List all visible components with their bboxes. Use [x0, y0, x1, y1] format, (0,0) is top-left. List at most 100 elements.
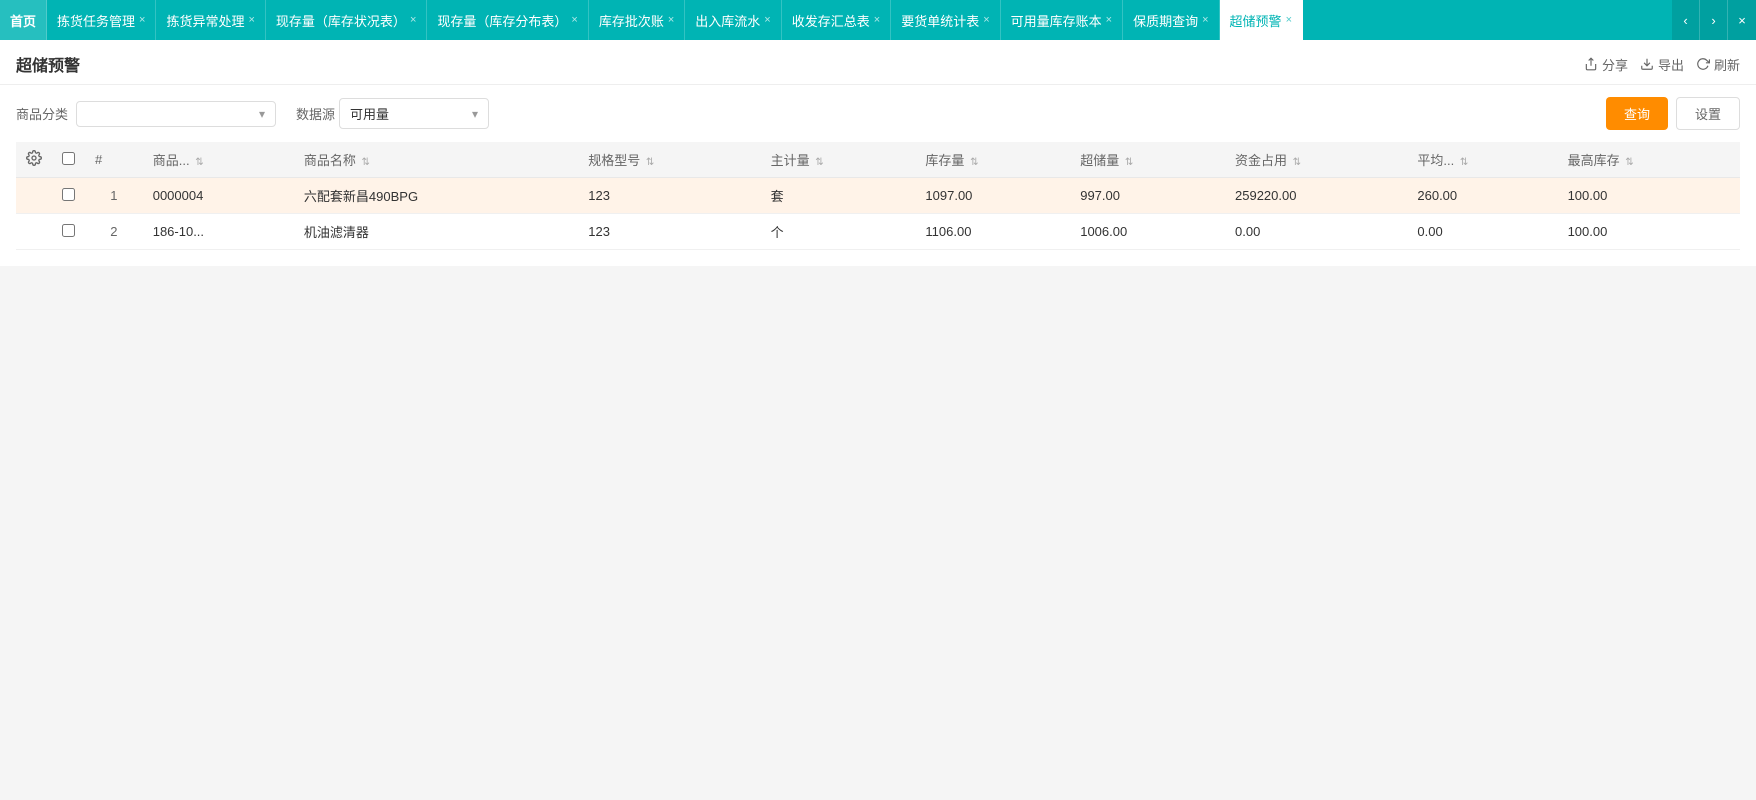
- row-code-1: 186-10...: [143, 214, 294, 250]
- nav-tab-batch[interactable]: 库存批次账 ×: [589, 0, 685, 40]
- export-button[interactable]: 导出: [1640, 55, 1684, 74]
- nav-tab-overstock-label: 超储预警: [1230, 11, 1282, 30]
- data-source-value: 可用量: [350, 104, 389, 123]
- table-body: 1 0000004 六配套新昌490BPG 123 套 1097.00 997.…: [16, 178, 1740, 250]
- nav-tab-available[interactable]: 可用量库存账本 ×: [1001, 0, 1123, 40]
- nav-tab-inventory-status-label: 现存量（库存状况表）: [276, 11, 406, 30]
- row-avg-1: 0.00: [1407, 214, 1557, 250]
- share-button[interactable]: 分享: [1584, 55, 1628, 74]
- row-num-1: 2: [85, 214, 143, 250]
- row-overstock-1: 1006.00: [1070, 214, 1225, 250]
- nav-tab-task-label: 拣货任务管理: [57, 11, 135, 30]
- row-capital-0: 259220.00: [1225, 178, 1407, 214]
- refresh-label: 刷新: [1714, 55, 1740, 74]
- col-code-header[interactable]: 商品... ⇅: [143, 142, 294, 178]
- row-num-0: 1: [85, 178, 143, 214]
- nav-close-all[interactable]: ×: [1728, 0, 1756, 40]
- col-name-label: 商品名称: [304, 153, 356, 168]
- nav-tab-available-close[interactable]: ×: [1106, 14, 1112, 26]
- col-name-header[interactable]: 商品名称 ⇅: [294, 142, 578, 178]
- row-unit-1: 个: [761, 214, 916, 250]
- nav-tab-abnormal[interactable]: 拣货异常处理 ×: [156, 0, 265, 40]
- col-gear[interactable]: [16, 142, 52, 178]
- nav-tab-inventory-dist-label: 现存量（库存分布表）: [437, 11, 567, 30]
- select-all-checkbox[interactable]: [62, 152, 75, 165]
- row-avg-0: 260.00: [1407, 178, 1557, 214]
- header-actions: 分享 导出 刷新: [1584, 55, 1740, 74]
- col-code-sort-icon: ⇅: [195, 157, 203, 168]
- nav-tab-task-close[interactable]: ×: [139, 14, 145, 26]
- table-row: 1 0000004 六配套新昌490BPG 123 套 1097.00 997.…: [16, 178, 1740, 214]
- col-unit-label: 主计量: [771, 153, 810, 168]
- nav-tab-abnormal-close[interactable]: ×: [248, 14, 254, 26]
- col-stock-sort-icon: ⇅: [970, 157, 978, 168]
- nav-tab-order-stat[interactable]: 要货单统计表 ×: [891, 0, 1000, 40]
- gear-icon: [26, 150, 42, 166]
- refresh-icon: [1696, 57, 1710, 71]
- col-spec-header[interactable]: 规格型号 ⇅: [578, 142, 760, 178]
- nav-tab-overstock[interactable]: 超储预警 ×: [1220, 0, 1303, 40]
- row-checkbox-1[interactable]: [52, 214, 85, 250]
- nav-arrow-left[interactable]: ‹: [1672, 0, 1700, 40]
- nav-tab-overstock-close[interactable]: ×: [1286, 14, 1292, 26]
- settings-button[interactable]: 设置: [1676, 97, 1740, 130]
- category-filter: 商品分类 ▾: [16, 101, 276, 127]
- row-gear-1: [16, 214, 52, 250]
- row-checkbox-input-1[interactable]: [62, 224, 75, 237]
- col-overstock-header[interactable]: 超储量 ⇅: [1070, 142, 1225, 178]
- row-spec-0: 123: [578, 178, 760, 214]
- col-code-label: 商品...: [153, 153, 190, 168]
- col-num-header: #: [85, 142, 143, 178]
- row-name-1: 机油滤清器: [294, 214, 578, 250]
- query-button[interactable]: 查询: [1606, 97, 1668, 130]
- nav-arrow-right[interactable]: ›: [1700, 0, 1728, 40]
- page-container: 超储预警 分享 导出: [0, 40, 1756, 266]
- nav-tab-expiry[interactable]: 保质期查询 ×: [1123, 0, 1219, 40]
- col-unit-header[interactable]: 主计量 ⇅: [761, 142, 916, 178]
- nav-tab-order-stat-label: 要货单统计表: [901, 11, 979, 30]
- nav-tab-order-stat-close[interactable]: ×: [983, 14, 989, 26]
- nav-tab-inventory-status-close[interactable]: ×: [410, 14, 416, 26]
- data-source-select[interactable]: 可用量 ▾: [339, 98, 489, 129]
- col-capital-sort-icon: ⇅: [1293, 157, 1301, 168]
- top-nav: 首页 拣货任务管理 × 拣货异常处理 × 现存量（库存状况表） × 现存量（库存…: [0, 0, 1756, 40]
- export-icon: [1640, 57, 1654, 71]
- refresh-button[interactable]: 刷新: [1696, 55, 1740, 74]
- nav-tab-batch-close[interactable]: ×: [668, 14, 674, 26]
- col-spec-sort-icon: ⇅: [646, 157, 654, 168]
- row-spec-1: 123: [578, 214, 760, 250]
- category-label: 商品分类: [16, 104, 68, 123]
- nav-tab-inout[interactable]: 出入库流水 ×: [685, 0, 781, 40]
- nav-tab-collect[interactable]: 收发存汇总表 ×: [782, 0, 891, 40]
- row-checkbox-0[interactable]: [52, 178, 85, 214]
- category-select[interactable]: ▾: [76, 101, 276, 127]
- nav-tab-task[interactable]: 拣货任务管理 ×: [47, 0, 156, 40]
- row-checkbox-input-0[interactable]: [62, 188, 75, 201]
- data-source-chevron-icon: ▾: [472, 107, 478, 121]
- table-container: # 商品... ⇅ 商品名称 ⇅ 规格型号 ⇅ 主计量: [0, 142, 1756, 266]
- col-capital-header[interactable]: 资金占用 ⇅: [1225, 142, 1407, 178]
- data-source-label: 数据源: [296, 104, 335, 123]
- nav-arrows: ‹ › ×: [1672, 0, 1756, 40]
- row-overstock-0: 997.00: [1070, 178, 1225, 214]
- row-max-1: 100.00: [1558, 214, 1740, 250]
- nav-tab-home[interactable]: 首页: [0, 0, 47, 40]
- nav-tab-inout-close[interactable]: ×: [764, 14, 770, 26]
- nav-tab-inventory-status[interactable]: 现存量（库存状况表） ×: [266, 0, 427, 40]
- nav-tab-inventory-dist[interactable]: 现存量（库存分布表） ×: [427, 0, 588, 40]
- nav-tab-available-label: 可用量库存账本: [1011, 11, 1102, 30]
- nav-tab-expiry-close[interactable]: ×: [1202, 14, 1208, 26]
- col-checkbox-header[interactable]: [52, 142, 85, 178]
- filter-bar: 商品分类 ▾ 数据源 可用量 ▾ 查询 设置: [0, 85, 1756, 142]
- col-avg-header[interactable]: 平均... ⇅: [1407, 142, 1557, 178]
- row-unit-0: 套: [761, 178, 916, 214]
- nav-tab-collect-label: 收发存汇总表: [792, 11, 870, 30]
- nav-tab-collect-close[interactable]: ×: [874, 14, 880, 26]
- col-stock-header[interactable]: 库存量 ⇅: [915, 142, 1070, 178]
- col-max-header[interactable]: 最高库存 ⇅: [1558, 142, 1740, 178]
- row-capital-1: 0.00: [1225, 214, 1407, 250]
- export-label: 导出: [1658, 55, 1684, 74]
- category-chevron-icon: ▾: [259, 107, 265, 121]
- col-spec-label: 规格型号: [588, 153, 640, 168]
- nav-tab-inventory-dist-close[interactable]: ×: [571, 14, 577, 26]
